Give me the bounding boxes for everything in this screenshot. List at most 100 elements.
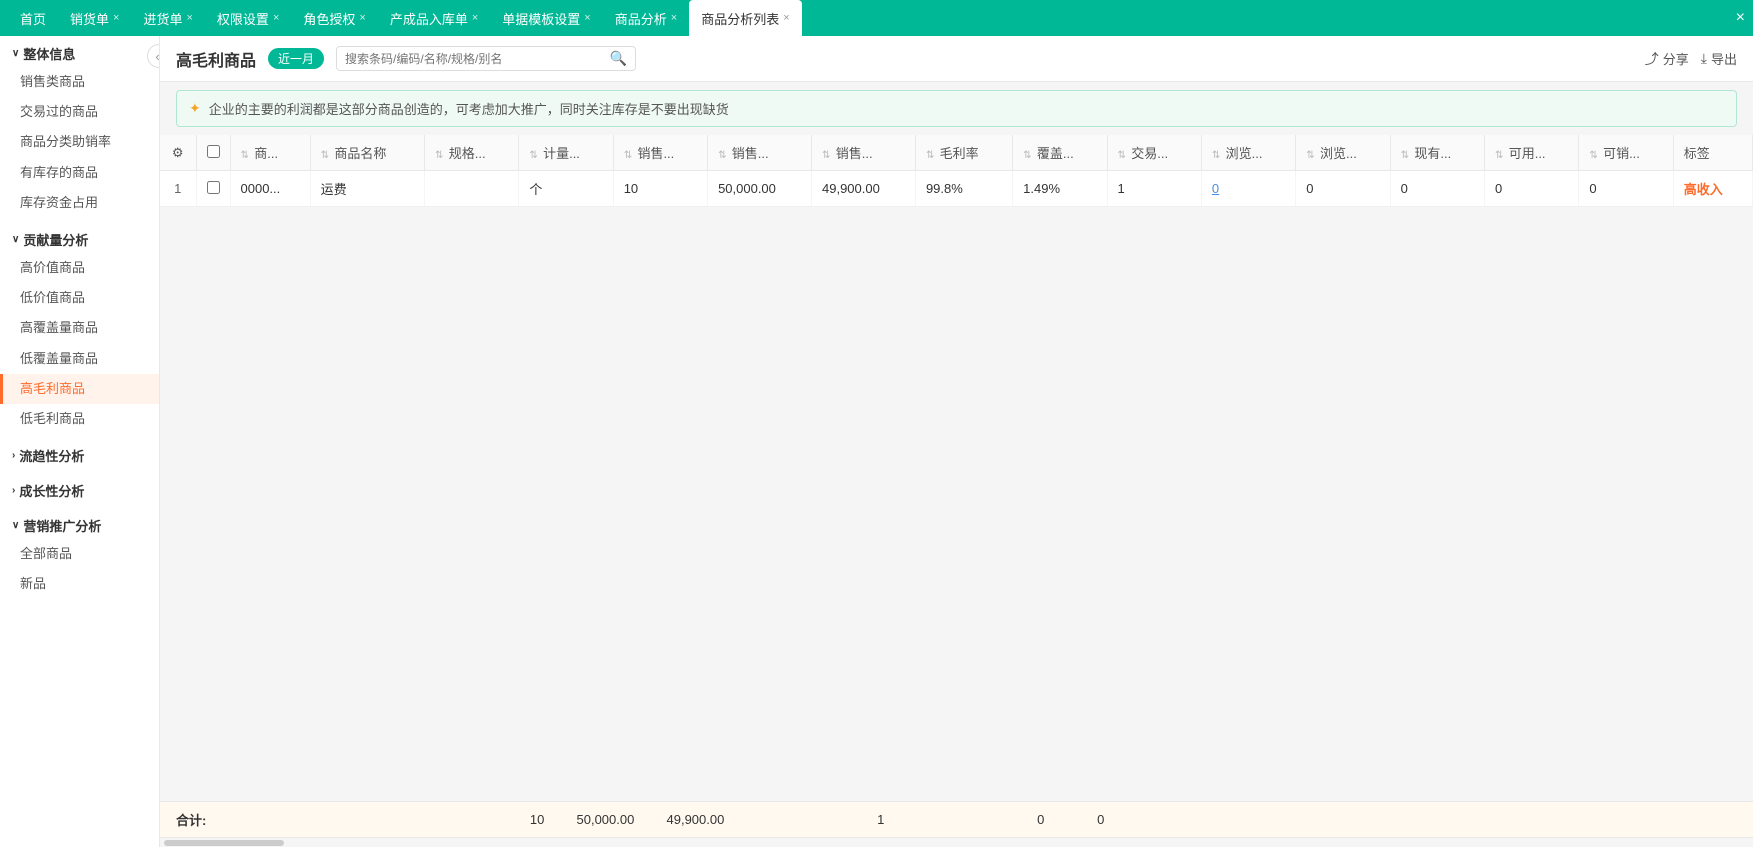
- th-coverage: ⇅ 覆盖...: [1013, 135, 1107, 171]
- th-spec: ⇅ 规格...: [424, 135, 518, 171]
- th-checkbox[interactable]: [196, 135, 230, 171]
- sort-icon-sales-qty: ⇅: [624, 150, 632, 161]
- sidebar-item-low-margin[interactable]: 低毛利商品: [0, 404, 159, 434]
- th-browse2: ⇅ 浏览...: [1296, 135, 1390, 171]
- sidebar-item-high-value[interactable]: 高价值商品: [0, 253, 159, 283]
- sidebar-item-low-value[interactable]: 低价值商品: [0, 283, 159, 313]
- sidebar-group-marketing-title[interactable]: ∨ 营销推广分析: [0, 508, 159, 539]
- sidebar-group-overall: ∨ 整体信息 销售类商品 交易过的商品 商品分类助销率 有库存的商品 库存资金占…: [0, 36, 159, 218]
- select-all-checkbox[interactable]: [207, 145, 220, 158]
- sort-icon-coverage: ⇅: [1023, 150, 1031, 161]
- footer-sales-amount: 50,000.00: [554, 812, 644, 827]
- share-btn[interactable]: ⤴ 分享: [1645, 49, 1689, 69]
- content-header: 高毛利商品 近一月 🔍 ⤴ 分享 ⤓ 导出: [160, 36, 1753, 82]
- row-available: 0: [1484, 171, 1578, 207]
- th-sales-amount: ⇅ 销售...: [708, 135, 812, 171]
- row-current-stock: 0: [1390, 171, 1484, 207]
- arrow-icon-2: ∨: [12, 234, 19, 245]
- row-checkbox[interactable]: [196, 171, 230, 207]
- tab-product-in-close[interactable]: ×: [472, 12, 478, 24]
- content-area: 高毛利商品 近一月 🔍 ⤴ 分享 ⤓ 导出 ✦ 企业的主要的利润都是这部分商品创…: [160, 36, 1753, 847]
- sidebar-item-traded-goods[interactable]: 交易过的商品: [0, 97, 159, 127]
- data-table: ⚙ ⇅ 商... ⇅ 商品名称: [160, 135, 1753, 207]
- sidebar-item-sales-goods[interactable]: 销售类商品: [0, 67, 159, 97]
- tab-role[interactable]: 角色授权 ×: [291, 0, 377, 36]
- row-name: 运费: [310, 171, 424, 207]
- th-sales-qty: ⇅ 销售...: [613, 135, 707, 171]
- tab-analysis-list-close[interactable]: ×: [783, 12, 789, 24]
- tab-sales[interactable]: 销货单 ×: [58, 0, 131, 36]
- table-container[interactable]: ⚙ ⇅ 商... ⇅ 商品名称: [160, 135, 1753, 801]
- page-title: 高毛利商品: [176, 47, 256, 71]
- tab-analysis-list-label: 商品分析列表: [701, 9, 779, 28]
- tab-sales-label: 销货单: [70, 9, 109, 28]
- tab-analysis[interactable]: 商品分析 ×: [603, 0, 689, 36]
- sidebar-group-growth: › 成长性分析: [0, 473, 159, 504]
- tab-product-in[interactable]: 产成品入库单 ×: [378, 0, 490, 36]
- sidebar-item-in-stock[interactable]: 有库存的商品: [0, 158, 159, 188]
- search-icon[interactable]: 🔍: [610, 50, 627, 67]
- sidebar-item-category-rate[interactable]: 商品分类助销率: [0, 127, 159, 157]
- share-icon: ⤴: [1645, 49, 1659, 69]
- tab-template[interactable]: 单据模板设置 ×: [490, 0, 602, 36]
- footer-spacer1: [214, 812, 494, 827]
- sort-icon-transaction: ⇅: [1118, 150, 1126, 161]
- th-settings[interactable]: ⚙: [160, 135, 196, 171]
- tab-analysis-list[interactable]: 商品分析列表 ×: [689, 0, 801, 36]
- horizontal-scrollbar[interactable]: [160, 837, 1753, 847]
- scrollbar-thumb[interactable]: [164, 840, 284, 846]
- sidebar-item-high-margin[interactable]: 高毛利商品: [0, 374, 159, 404]
- tab-permission[interactable]: 权限设置 ×: [205, 0, 291, 36]
- row-browse1[interactable]: 0: [1201, 171, 1295, 207]
- filter-btn[interactable]: 近一月: [268, 48, 324, 69]
- sidebar-item-low-coverage[interactable]: 低覆盖量商品: [0, 344, 159, 374]
- sidebar-group-trend: › 流趋性分析: [0, 438, 159, 469]
- sidebar-item-high-coverage[interactable]: 高覆盖量商品: [0, 313, 159, 343]
- row-coverage: 1.49%: [1013, 171, 1107, 207]
- footer-sales-qty: 10: [494, 812, 554, 827]
- sidebar-group-contribution-title[interactable]: ∨ 贡献量分析: [0, 222, 159, 253]
- sidebar-item-all-goods[interactable]: 全部商品: [0, 539, 159, 569]
- tab-template-close[interactable]: ×: [584, 12, 590, 24]
- window-close-btn[interactable]: ×: [1736, 9, 1745, 27]
- arrow-icon-5: ∨: [12, 520, 19, 531]
- th-code: ⇅ 商...: [230, 135, 310, 171]
- sidebar-item-stock-capital[interactable]: 库存资金占用: [0, 188, 159, 218]
- sidebar: « ∨ 整体信息 销售类商品 交易过的商品 商品分类助销率 有库存的商品 库存资…: [0, 36, 160, 847]
- tab-analysis-label: 商品分析: [615, 9, 667, 28]
- export-icon: ⤓: [1701, 50, 1707, 67]
- row-num: 1: [160, 171, 196, 207]
- tab-purchase-close[interactable]: ×: [186, 12, 192, 24]
- sidebar-group-trend-title[interactable]: › 流趋性分析: [0, 438, 159, 469]
- arrow-icon: ∨: [12, 48, 19, 59]
- row-select-checkbox[interactable]: [207, 181, 220, 194]
- th-saleable: ⇅ 可销...: [1579, 135, 1673, 171]
- footer-label: 合计:: [176, 810, 206, 829]
- tab-permission-close[interactable]: ×: [273, 12, 279, 24]
- tab-sales-close[interactable]: ×: [113, 12, 119, 24]
- info-text: 企业的主要的利润都是这部分商品创造的，可考虑加大推广，同时关注库存是不要出现缺货: [209, 99, 729, 118]
- footer-spacer3: [894, 812, 994, 827]
- arrow-icon-3: ›: [12, 450, 15, 461]
- row-sales-qty: 10: [613, 171, 707, 207]
- footer-total: 合计: 10 50,000.00 49,900.00 1 0 0: [160, 801, 1753, 837]
- info-bar: ✦ 企业的主要的利润都是这部分商品创造的，可考虑加大推广，同时关注库存是不要出现…: [176, 90, 1737, 127]
- search-box[interactable]: 🔍: [336, 46, 636, 71]
- th-gross-margin: ⇅ 毛利率: [915, 135, 1012, 171]
- settings-icon[interactable]: ⚙: [172, 145, 184, 160]
- sidebar-item-new-goods[interactable]: 新品: [0, 569, 159, 599]
- tab-home[interactable]: 首页: [8, 0, 58, 36]
- sidebar-group-growth-title[interactable]: › 成长性分析: [0, 473, 159, 504]
- th-name: ⇅ 商品名称: [310, 135, 424, 171]
- export-btn[interactable]: ⤓ 导出: [1701, 49, 1737, 69]
- tab-purchase[interactable]: 进货单 ×: [131, 0, 204, 36]
- row-sales-profit: 49,900.00: [812, 171, 916, 207]
- tab-role-close[interactable]: ×: [359, 12, 365, 24]
- row-transaction: 1: [1107, 171, 1201, 207]
- row-gross-margin: 99.8%: [915, 171, 1012, 207]
- row-saleable: 0: [1579, 171, 1673, 207]
- sort-icon-sales-amount: ⇅: [718, 150, 726, 161]
- search-input[interactable]: [345, 52, 604, 66]
- tab-analysis-close[interactable]: ×: [671, 12, 677, 24]
- sidebar-group-overall-title[interactable]: ∨ 整体信息: [0, 36, 159, 67]
